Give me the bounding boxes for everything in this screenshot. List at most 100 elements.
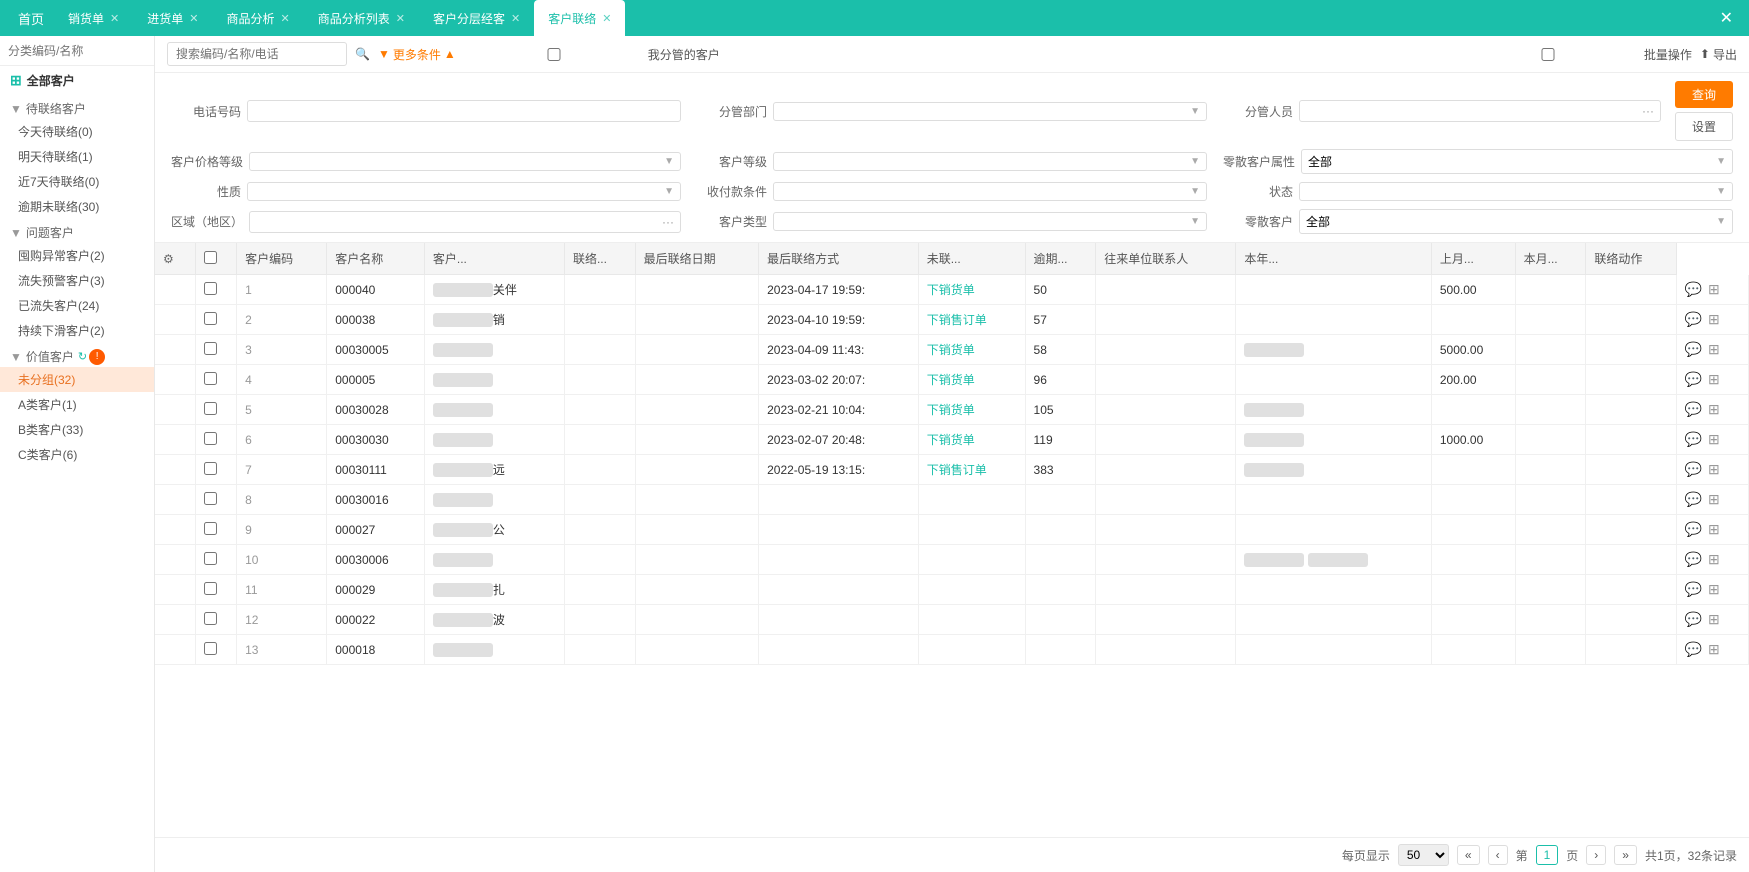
sidebar-item-class-b[interactable]: B类客户(33) <box>0 417 154 442</box>
row-checkbox-cell[interactable] <box>195 395 237 425</box>
row-checkbox[interactable] <box>204 402 217 415</box>
last-method-link[interactable]: 下销售订单 <box>927 463 987 477</box>
more-action-icon[interactable]: ⊞ <box>1708 401 1720 418</box>
per-page-select[interactable]: 50 100 200 <box>1398 844 1449 866</box>
row-last-method[interactable]: 下销售订单 <box>918 455 1025 485</box>
window-close-button[interactable]: ✕ <box>1712 8 1741 28</box>
row-checkbox-cell[interactable] <box>195 425 237 455</box>
row-checkbox[interactable] <box>204 432 217 445</box>
dept-select[interactable]: ▼ <box>773 102 1207 121</box>
select-all-checkbox[interactable] <box>204 251 217 264</box>
sidebar-item-today-contact[interactable]: 今天待联络(0) <box>0 119 154 144</box>
row-last-method[interactable]: 下销售订单 <box>918 305 1025 335</box>
staff-dots[interactable]: ··· <box>1642 104 1654 118</box>
category-search-input[interactable] <box>8 44 155 58</box>
sidebar-item-declining[interactable]: 持续下滑客户(2) <box>0 318 154 343</box>
row-checkbox[interactable] <box>204 372 217 385</box>
all-customers-title[interactable]: ⊞ 全部客户 <box>0 66 154 95</box>
prev-page-button[interactable]: ‹ <box>1488 845 1508 865</box>
row-checkbox-cell[interactable] <box>195 275 237 305</box>
reset-button[interactable]: 设置 <box>1675 112 1733 141</box>
settings-column-header[interactable]: ⚙ <box>155 243 195 275</box>
row-checkbox-cell[interactable] <box>195 575 237 605</box>
contact-action-icon[interactable]: 💬 <box>1685 371 1702 388</box>
sidebar-item-class-a[interactable]: A类客户(1) <box>0 392 154 417</box>
retail-attr-select[interactable]: 全部 ▼ <box>1301 149 1733 174</box>
row-last-method[interactable] <box>918 575 1025 605</box>
contact-action-icon[interactable]: 💬 <box>1685 281 1702 298</box>
contact-action-icon[interactable]: 💬 <box>1685 641 1702 658</box>
row-actions[interactable]: 💬 ⊞ <box>1676 545 1749 575</box>
more-action-icon[interactable]: ⊞ <box>1708 641 1720 658</box>
row-actions[interactable]: 💬 ⊞ <box>1676 575 1749 605</box>
row-last-method[interactable]: 下销货单 <box>918 275 1025 305</box>
row-actions[interactable]: 💬 ⊞ <box>1676 455 1749 485</box>
my-customers-filter[interactable]: 我分管的客户 <box>464 46 720 63</box>
close-icon[interactable]: ✕ <box>602 12 611 25</box>
more-action-icon[interactable]: ⊞ <box>1708 491 1720 508</box>
last-method-link[interactable]: 下销售订单 <box>927 313 987 327</box>
contact-action-icon[interactable]: 💬 <box>1685 491 1702 508</box>
gender-select[interactable]: ▼ <box>247 182 681 201</box>
row-checkbox[interactable] <box>204 312 217 325</box>
row-checkbox-cell[interactable] <box>195 515 237 545</box>
close-icon[interactable]: ✕ <box>281 12 290 25</box>
staff-select[interactable]: ··· <box>1299 100 1661 122</box>
row-last-method[interactable] <box>918 635 1025 665</box>
last-method-link[interactable]: 下销货单 <box>927 343 975 357</box>
row-last-method[interactable]: 下销货单 <box>918 335 1025 365</box>
query-button[interactable]: 查询 <box>1675 81 1733 108</box>
more-action-icon[interactable]: ⊞ <box>1708 581 1720 598</box>
last-method-link[interactable]: 下销货单 <box>927 373 975 387</box>
phone-input[interactable] <box>247 100 681 122</box>
contact-action-icon[interactable]: 💬 <box>1685 401 1702 418</box>
contact-action-icon[interactable]: 💬 <box>1685 431 1702 448</box>
current-page-display[interactable]: 1 <box>1536 845 1559 865</box>
close-icon[interactable]: ✕ <box>396 12 405 25</box>
row-checkbox[interactable] <box>204 492 217 505</box>
retail-customer-select[interactable]: 全部 ▼ <box>1299 209 1733 234</box>
row-checkbox[interactable] <box>204 642 217 655</box>
row-last-method[interactable] <box>918 605 1025 635</box>
more-action-icon[interactable]: ⊞ <box>1708 611 1720 628</box>
payment-select[interactable]: ▼ <box>773 182 1207 201</box>
contact-action-icon[interactable]: 💬 <box>1685 581 1702 598</box>
row-last-method[interactable]: 下销货单 <box>918 425 1025 455</box>
contact-action-icon[interactable]: 💬 <box>1685 611 1702 628</box>
nav-tab-analysis[interactable]: 商品分析 ✕ <box>212 0 303 36</box>
more-action-icon[interactable]: ⊞ <box>1708 341 1720 358</box>
sidebar-item-churn-warning[interactable]: 流失预警客户(3) <box>0 268 154 293</box>
contact-action-icon[interactable]: 💬 <box>1685 521 1702 538</box>
last-page-button[interactable]: » <box>1614 845 1637 865</box>
row-checkbox-cell[interactable] <box>195 635 237 665</box>
row-last-method[interactable] <box>918 545 1025 575</box>
sidebar-item-week-contact[interactable]: 近7天待联络(0) <box>0 169 154 194</box>
more-conditions-button[interactable]: ▼ 更多条件 ▲ <box>378 46 456 63</box>
row-checkbox-cell[interactable] <box>195 605 237 635</box>
search-input[interactable] <box>167 42 347 66</box>
sidebar-item-unclassified[interactable]: 未分组(32) <box>0 367 154 392</box>
problem-customers-title[interactable]: ▼ 问题客户 <box>0 219 154 243</box>
row-actions[interactable]: 💬 ⊞ <box>1676 365 1749 395</box>
sidebar-item-churned[interactable]: 已流失客户(24) <box>0 293 154 318</box>
search-button[interactable]: 🔍 <box>355 47 370 61</box>
sidebar-item-tomorrow-contact[interactable]: 明天待联络(1) <box>0 144 154 169</box>
row-checkbox-cell[interactable] <box>195 305 237 335</box>
more-action-icon[interactable]: ⊞ <box>1708 461 1720 478</box>
row-checkbox[interactable] <box>204 612 217 625</box>
last-method-link[interactable]: 下销货单 <box>927 283 975 297</box>
row-actions[interactable]: 💬 ⊞ <box>1676 515 1749 545</box>
row-checkbox[interactable] <box>204 282 217 295</box>
first-page-button[interactable]: « <box>1457 845 1480 865</box>
next-page-button[interactable]: › <box>1586 845 1606 865</box>
more-action-icon[interactable]: ⊞ <box>1708 311 1720 328</box>
nav-home[interactable]: 首页 <box>8 9 54 28</box>
nav-tab-customer-contact[interactable]: 客户联络 ✕ <box>534 0 625 36</box>
more-action-icon[interactable]: ⊞ <box>1708 431 1720 448</box>
nav-tab-customer-segment[interactable]: 客户分层经客 ✕ <box>419 0 534 36</box>
grade-select[interactable]: ▼ <box>773 152 1207 171</box>
contact-action-icon[interactable]: 💬 <box>1685 461 1702 478</box>
sidebar-item-class-c[interactable]: C类客户(6) <box>0 442 154 467</box>
close-icon[interactable]: ✕ <box>511 12 520 25</box>
row-checkbox-cell[interactable] <box>195 485 237 515</box>
